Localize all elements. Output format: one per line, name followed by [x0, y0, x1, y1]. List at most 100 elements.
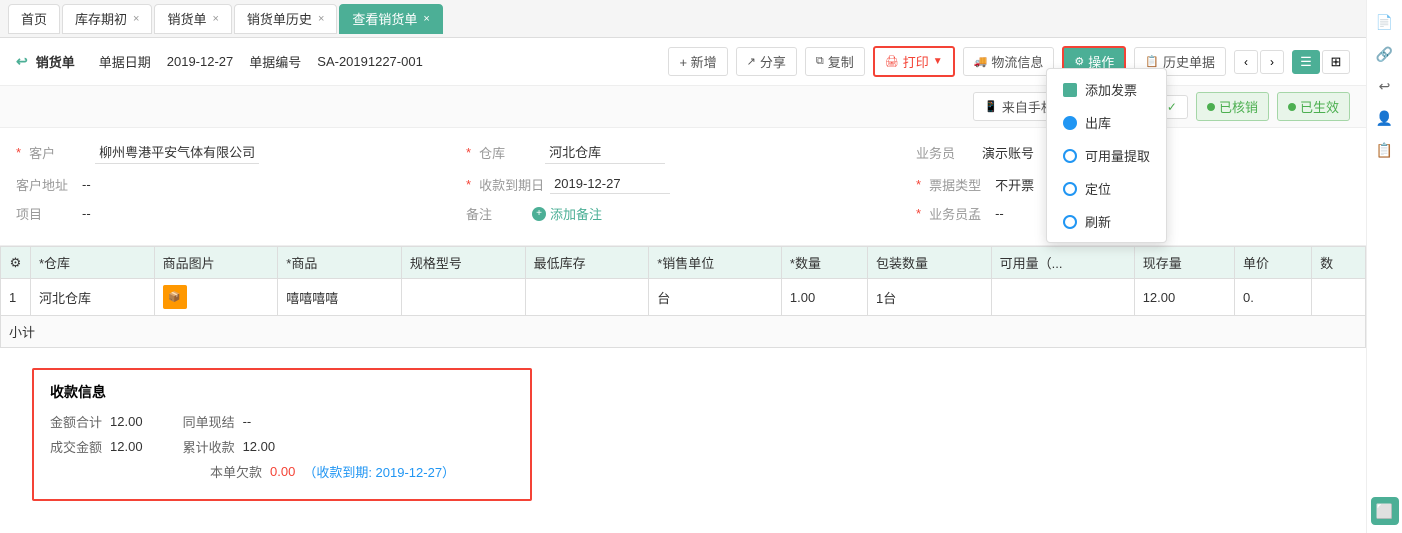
- payment-row-1: 金额合计 12.00 同单现结 --: [50, 412, 514, 431]
- deal-field: 成交金额 12.00: [50, 437, 143, 456]
- new-button-label: + 新增: [679, 52, 716, 71]
- add-note-button[interactable]: + 添加备注: [532, 204, 602, 223]
- refresh-icon: [1063, 215, 1077, 229]
- project-label: 项目: [16, 204, 76, 223]
- share-button-label: 分享: [760, 52, 786, 71]
- tab-sales-history[interactable]: 销货单历史 ×: [234, 4, 337, 34]
- arrears-label: 本单欠款: [210, 462, 262, 481]
- tab-home[interactable]: 首页: [8, 4, 60, 34]
- add-note-icon: +: [532, 207, 546, 221]
- subtotal-label: 小计: [1, 316, 1366, 348]
- list-view-icon[interactable]: ☰: [1292, 50, 1320, 74]
- add-invoice-item[interactable]: 添加发票: [1047, 73, 1166, 106]
- tab-inventory[interactable]: 库存期初 ×: [62, 4, 152, 34]
- address-value: --: [82, 177, 91, 192]
- effective-badge: 已生效: [1277, 92, 1350, 121]
- refresh-item[interactable]: 刷新: [1047, 205, 1166, 238]
- sidebar-icon-user[interactable]: 👤: [1371, 104, 1399, 132]
- outbound-item[interactable]: 出库: [1047, 106, 1166, 139]
- table-header-row: ⚙ *仓库 商品图片 *商品 规格型号 最低库存 *销售单位 *数量 包装数量 …: [1, 247, 1366, 279]
- payment-section: 收款信息 金额合计 12.00 同单现结 -- 成交金额 12.00: [32, 368, 532, 501]
- customer-value[interactable]: 柳州粤港平安气体有限公司: [95, 140, 259, 164]
- print-dropdown-icon: ▼: [933, 56, 943, 67]
- sidebar-icon-link[interactable]: 🔗: [1371, 40, 1399, 68]
- doc-meta: 单据日期 2019-12-27 单据编号 SA-20191227-001: [99, 52, 423, 71]
- remark-label: 备注: [466, 204, 526, 223]
- toolbar: + 新增 ↗ 分享 ⧉ 复制 🖨 打印 ▼ 🚚 物流信息: [668, 46, 1350, 77]
- same-order-field: 同单现结 --: [183, 412, 252, 431]
- salesman-required: *: [916, 206, 921, 221]
- col-pkg-qty: 包装数量: [868, 247, 992, 279]
- salesman-label: 业务员孟: [929, 204, 989, 223]
- tab-inventory-close[interactable]: ×: [133, 13, 139, 25]
- locate-item[interactable]: 定位: [1047, 172, 1166, 205]
- grid-view-icon[interactable]: ⊞: [1322, 50, 1350, 74]
- copy-button-label: 复制: [828, 52, 854, 71]
- col-gear: ⚙: [1, 247, 31, 279]
- check-icon: ✓: [1167, 100, 1177, 114]
- same-order-label: 同单现结: [183, 412, 235, 431]
- customer-label: 客户: [29, 143, 89, 162]
- row-qty: 1.00: [781, 279, 867, 316]
- right-sidebar: 📄 🔗 ↩ 👤 📋 ⬜: [1366, 0, 1402, 533]
- locate-icon: [1063, 182, 1077, 196]
- col-price: 单价: [1235, 247, 1312, 279]
- print-button-label: 打印: [903, 52, 929, 71]
- row-index: 1: [1, 279, 31, 316]
- sidebar-icon-return[interactable]: ↩: [1371, 72, 1399, 100]
- remark-field: 备注 + 添加备注: [466, 204, 900, 223]
- operate-dropdown: 添加发票 出库 可用量提取 定位 刷新: [1046, 68, 1167, 243]
- logistics-button-label: 物流信息: [991, 52, 1043, 71]
- sidebar-icon-doc[interactable]: 📄: [1371, 8, 1399, 36]
- col-product: *商品: [278, 247, 402, 279]
- prev-arrow[interactable]: ‹: [1234, 50, 1258, 74]
- invoice-required: *: [916, 177, 921, 192]
- invoice-label: 票据类型: [929, 175, 989, 194]
- tab-inventory-label: 库存期初: [75, 9, 127, 28]
- subtotal-row: 小计: [1, 316, 1366, 348]
- share-button[interactable]: ↗ 分享: [736, 47, 797, 76]
- refresh-label: 刷新: [1085, 212, 1111, 231]
- tab-sales-close[interactable]: ×: [212, 13, 218, 25]
- row-price: 0.: [1235, 279, 1312, 316]
- col-min-stock: 最低库存: [525, 247, 649, 279]
- logistics-button[interactable]: 🚚 物流信息: [963, 47, 1055, 76]
- print-button[interactable]: 🖨 打印 ▼: [873, 46, 955, 77]
- available-qty-item[interactable]: 可用量提取: [1047, 139, 1166, 172]
- add-note-label: 添加备注: [550, 204, 602, 223]
- warehouse-value[interactable]: 河北仓库: [545, 140, 665, 164]
- row-img: 📦: [154, 279, 278, 316]
- payment-row-2: 成交金额 12.00 累计收款 12.00: [50, 437, 514, 456]
- outbound-label: 出库: [1085, 113, 1111, 132]
- arrears-field: 本单欠款 0.00 （收款到期: 2019-12-27）: [210, 462, 455, 481]
- copy-button[interactable]: ⧉ 复制: [805, 47, 865, 76]
- sidebar-icon-expand[interactable]: ⬜: [1371, 497, 1399, 525]
- same-order-value: --: [243, 414, 252, 429]
- tab-view-sales[interactable]: 查看销货单 ×: [339, 4, 442, 34]
- tab-sales[interactable]: 销货单 ×: [154, 4, 231, 34]
- effective-badge-dot: [1288, 103, 1296, 111]
- tab-sales-history-close[interactable]: ×: [318, 13, 324, 25]
- row-min-stock: [525, 279, 649, 316]
- customer-field: * 客户 柳州粤港平安气体有限公司: [16, 140, 450, 164]
- customer-required: *: [16, 145, 21, 160]
- new-button[interactable]: + 新增: [668, 47, 727, 76]
- deal-label: 成交金额: [50, 437, 102, 456]
- next-arrow[interactable]: ›: [1260, 50, 1284, 74]
- due-date-value[interactable]: 2019-12-27: [550, 174, 670, 194]
- tab-view-sales-close[interactable]: ×: [423, 13, 429, 25]
- phone-icon: 📱: [984, 100, 998, 113]
- add-invoice-icon: [1063, 83, 1077, 97]
- staff-value: 演示账号: [982, 143, 1034, 162]
- print-icon: 🖨: [885, 55, 899, 68]
- col-current-stock: 现存量: [1134, 247, 1234, 279]
- effective-label: 已生效: [1300, 97, 1339, 116]
- payment-row-3: 本单欠款 0.00 （收款到期: 2019-12-27）: [50, 462, 514, 481]
- total-value: 12.00: [110, 414, 143, 429]
- col-spec: 规格型号: [401, 247, 525, 279]
- table-row: 1 河北仓库 📦 嘻嘻嘻嘻 台 1.00 1台: [1, 279, 1366, 316]
- doc-number-value: SA-20191227-001: [317, 54, 423, 69]
- row-spec: [401, 279, 525, 316]
- sidebar-icon-clipboard[interactable]: 📋: [1371, 136, 1399, 164]
- row-available: [991, 279, 1134, 316]
